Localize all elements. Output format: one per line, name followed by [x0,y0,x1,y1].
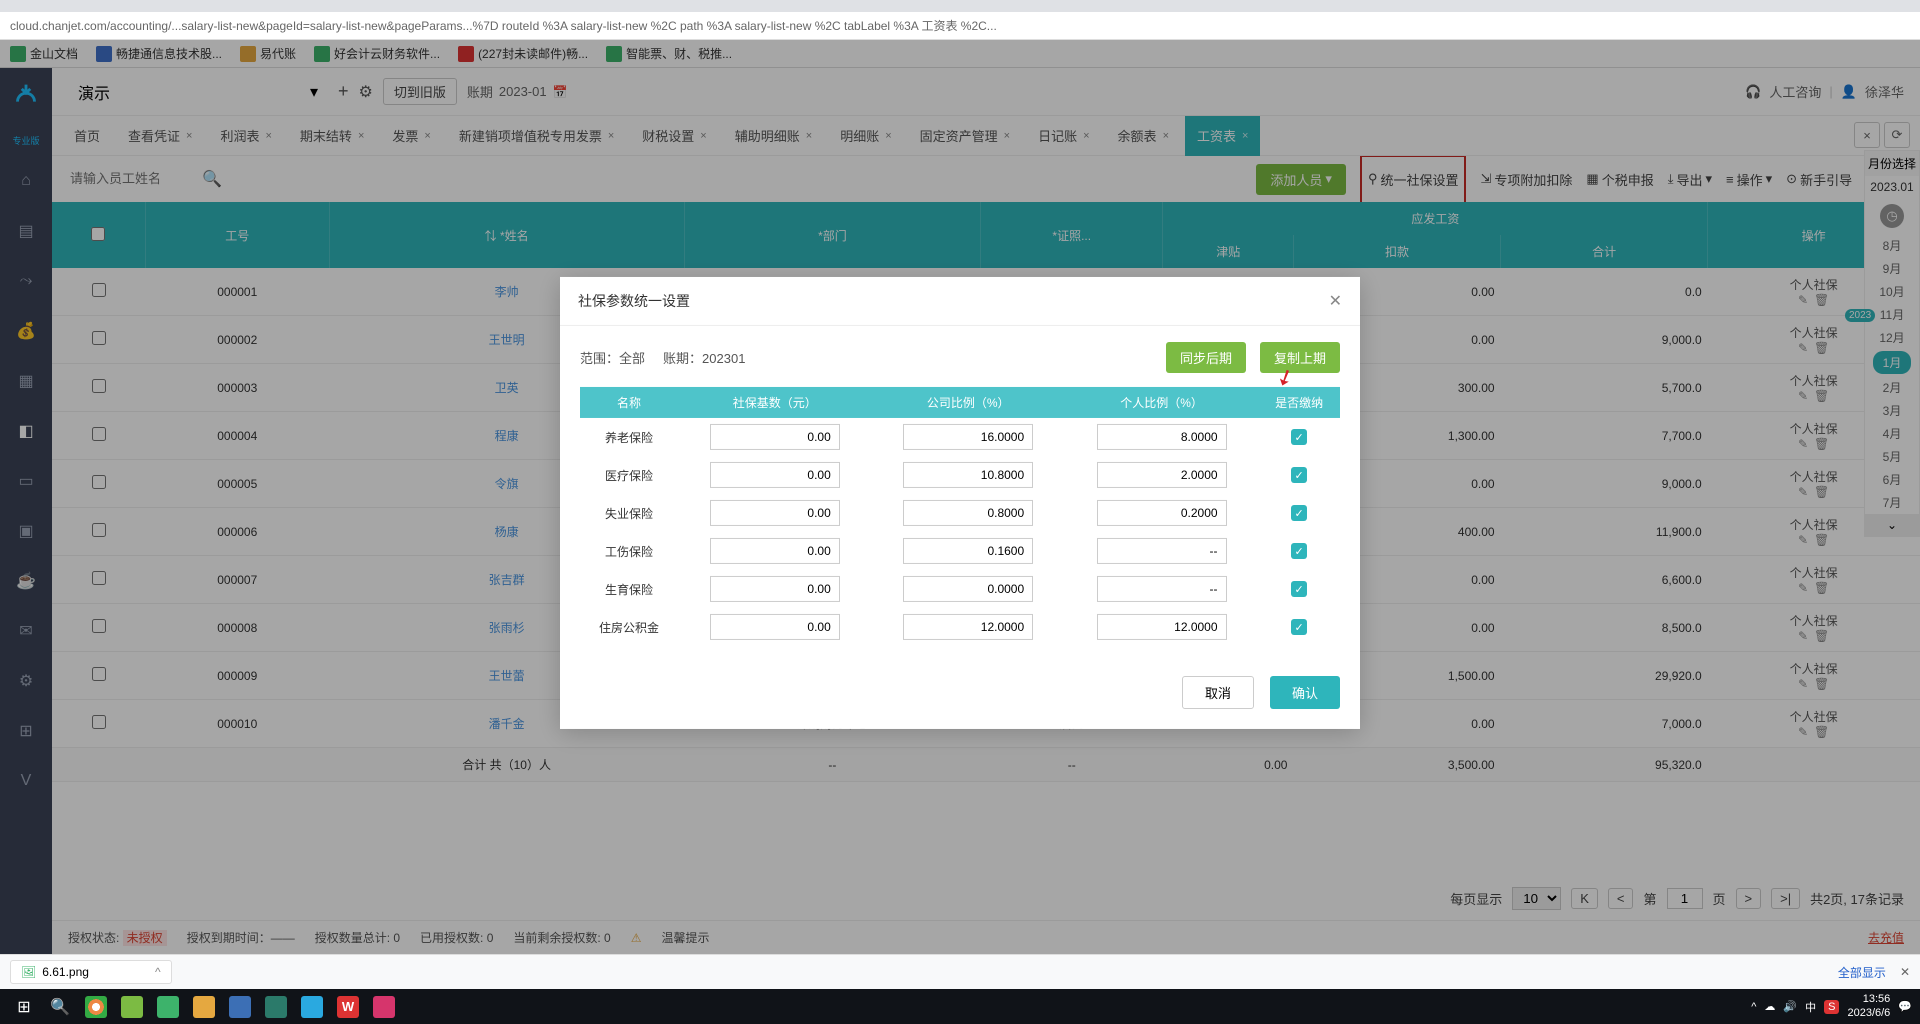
pay-checkbox[interactable]: ✓ [1291,581,1307,597]
period-label: 账期： [663,351,702,366]
chevron-up-icon[interactable]: ^ [155,965,161,979]
insurance-row: 住房公积金 ✓ [580,608,1340,646]
pay-checkbox[interactable]: ✓ [1291,505,1307,521]
tray-expand-icon[interactable]: ^ [1751,1001,1756,1013]
cloud-sync-icon[interactable]: ☁ [1764,1000,1775,1013]
pay-checkbox[interactable]: ✓ [1291,543,1307,559]
download-bar: 🖼 6.61.png ^ 全部显示 ✕ [0,954,1920,989]
ins-name: 养老保险 [580,418,678,456]
volume-icon[interactable]: 🔊 [1783,1000,1797,1013]
company-rate-input[interactable] [903,500,1033,526]
personal-rate-input[interactable] [1097,424,1227,450]
close-download-bar[interactable]: ✕ [1900,965,1910,979]
windows-taskbar: ⊞ 🔍 W ^ ☁ 🔊 中 S 13:562023/6/6 💬 [0,989,1920,1024]
personal-rate-input[interactable] [1097,500,1227,526]
base-input[interactable] [710,538,840,564]
base-input[interactable] [710,500,840,526]
ins-col-name: 名称 [580,387,678,418]
personal-rate-input[interactable] [1097,576,1227,602]
download-filename: 6.61.png [42,965,89,979]
insurance-row: 医疗保险 ✓ [580,456,1340,494]
personal-rate-input[interactable] [1097,614,1227,640]
start-button[interactable]: ⊞ [8,992,40,1022]
btn-label: 复制上期 [1274,351,1326,366]
base-input[interactable] [710,424,840,450]
insurance-row: 生育保险 ✓ [580,570,1340,608]
url-bar[interactable]: cloud.chanjet.com/accounting/...salary-l… [0,12,1920,40]
wps-icon[interactable]: W [332,992,364,1022]
pay-checkbox[interactable]: ✓ [1291,467,1307,483]
explorer-icon[interactable] [188,992,220,1022]
social-security-modal: 社保参数统一设置 ✕ 范围：全部 账期：202301 同步后期 复制上期➚ 名称… [560,277,1360,729]
book-icon[interactable] [224,992,256,1022]
insurance-row: 养老保险 ✓ [580,418,1340,456]
ins-col-pers: 个人比例（%） [1065,387,1258,418]
cloud-icon[interactable] [296,992,328,1022]
ins-name: 生育保险 [580,570,678,608]
insurance-row: 失业保险 ✓ [580,494,1340,532]
personal-rate-input[interactable] [1097,538,1227,564]
modal-close-button[interactable]: ✕ [1329,291,1342,311]
base-input[interactable] [710,462,840,488]
company-rate-input[interactable] [903,614,1033,640]
chrome-icon[interactable] [80,992,112,1022]
app2-icon[interactable] [368,992,400,1022]
scope-label: 范围： [580,351,619,366]
personal-rate-input[interactable] [1097,462,1227,488]
pay-checkbox[interactable]: ✓ [1291,429,1307,445]
insurance-row: 工伤保险 ✓ [580,532,1340,570]
wechat-icon[interactable] [152,992,184,1022]
modal-title: 社保参数统一设置 [578,291,690,311]
url-text: cloud.chanjet.com/accounting/...salary-l… [10,17,997,34]
company-rate-input[interactable] [903,538,1033,564]
tray-date: 2023/6/6 [1847,1007,1890,1020]
ins-name: 工伤保险 [580,532,678,570]
show-all-downloads[interactable]: 全部显示 [1838,964,1886,981]
download-item[interactable]: 🖼 6.61.png ^ [10,960,172,984]
company-rate-input[interactable] [903,424,1033,450]
company-rate-input[interactable] [903,462,1033,488]
ins-name: 医疗保险 [580,456,678,494]
insurance-table: 名称 社保基数（元） 公司比例（%） 个人比例（%） 是否缴纳 养老保险 ✓医疗… [580,387,1340,646]
company-rate-input[interactable] [903,576,1033,602]
ins-col-comp: 公司比例（%） [871,387,1064,418]
scope-value: 全部 [619,351,645,366]
system-tray[interactable]: ^ ☁ 🔊 中 S 13:562023/6/6 💬 [1751,993,1912,1019]
base-input[interactable] [710,614,840,640]
copy-previous-button[interactable]: 复制上期➚ [1260,342,1340,373]
tray-time: 13:56 [1847,993,1890,1006]
image-icon: 🖼 [21,965,36,979]
ins-name: 住房公积金 [580,608,678,646]
ins-name: 失业保险 [580,494,678,532]
browser-tab-strip [0,0,1920,12]
period-value: 202301 [702,351,745,366]
base-input[interactable] [710,576,840,602]
pay-checkbox[interactable]: ✓ [1291,619,1307,635]
app-icon[interactable] [116,992,148,1022]
ime-icon[interactable]: 中 [1805,999,1816,1015]
notification-icon[interactable]: 💬 [1898,1000,1912,1013]
sogou-icon[interactable]: S [1824,1000,1839,1014]
cancel-button[interactable]: 取消 [1182,676,1254,709]
search-icon[interactable]: 🔍 [44,992,76,1022]
ins-col-pay: 是否缴纳 [1258,387,1340,418]
excel-icon[interactable] [260,992,292,1022]
ins-col-base: 社保基数（元） [678,387,871,418]
sync-later-button[interactable]: 同步后期 [1166,342,1246,373]
confirm-button[interactable]: 确认 [1270,676,1340,709]
